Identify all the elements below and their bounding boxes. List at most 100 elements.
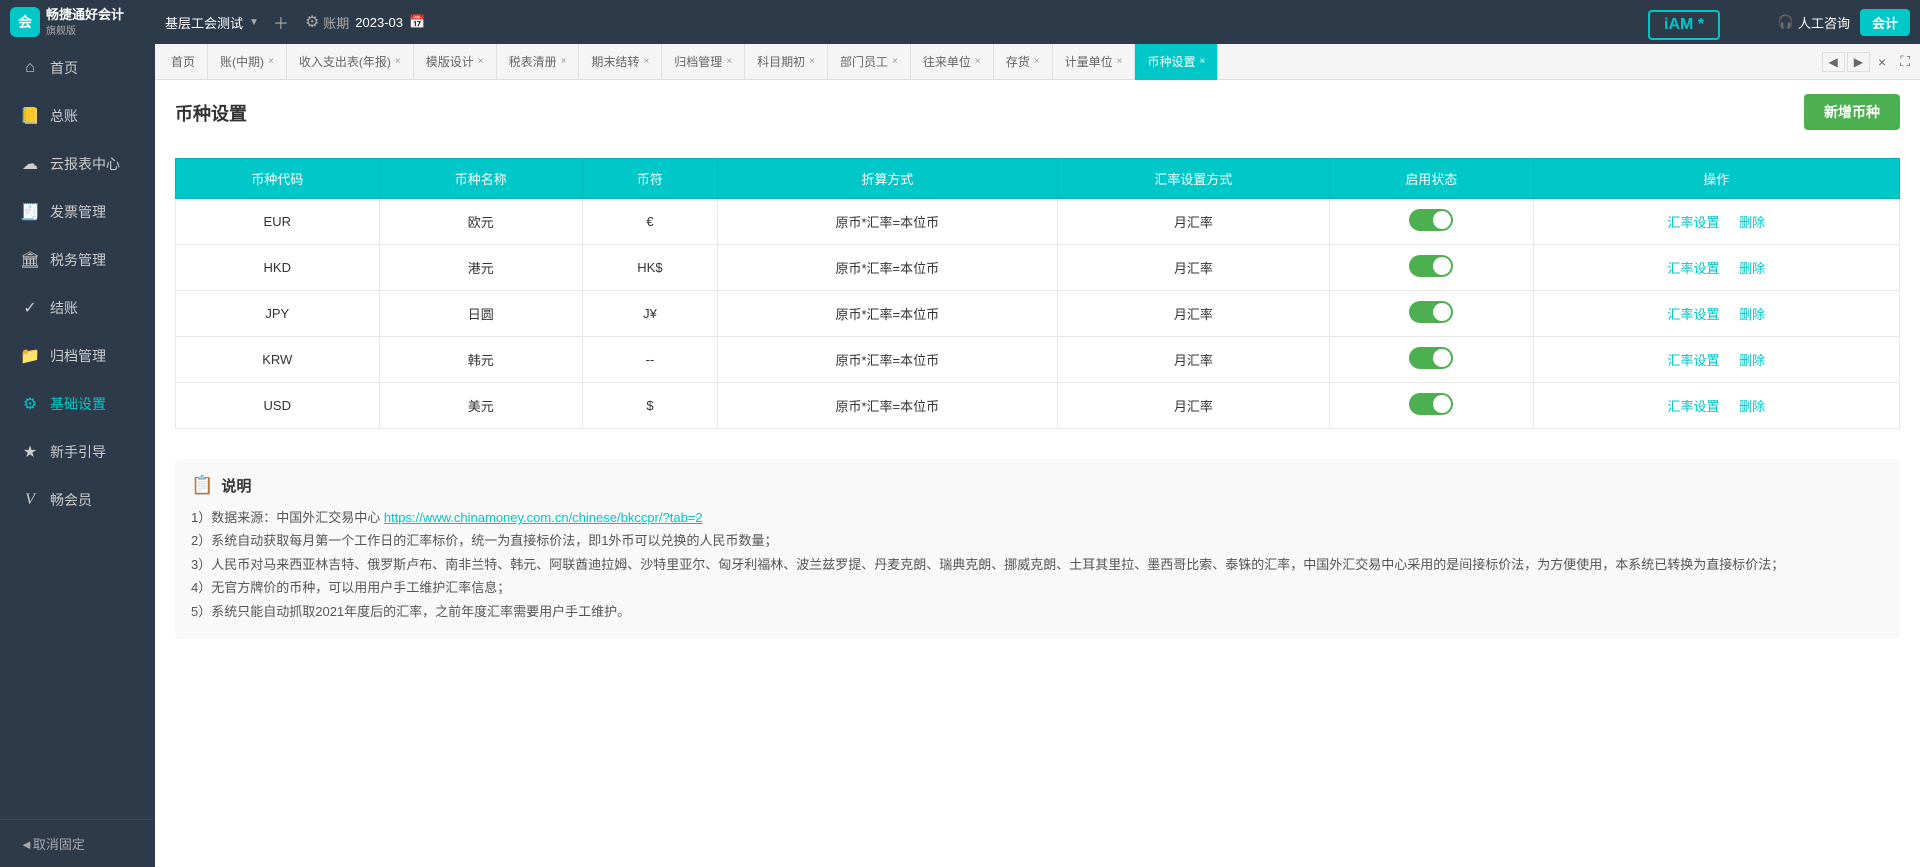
cell-actions[interactable]: 汇率设置 删除 bbox=[1533, 291, 1899, 337]
sidebar-label-home: 首页 bbox=[50, 58, 78, 78]
cell-conversion: 原币*汇率=本位币 bbox=[717, 291, 1057, 337]
cell-actions[interactable]: 汇率设置 删除 bbox=[1533, 199, 1899, 245]
cell-actions[interactable]: 汇率设置 删除 bbox=[1533, 383, 1899, 429]
tab-template[interactable]: 模版设计 × bbox=[414, 44, 497, 80]
sidebar-unpin[interactable]: ◄取消固定 bbox=[0, 819, 155, 867]
logo-text-area: 畅捷通好会计 旗舰版 bbox=[46, 7, 124, 38]
ledger-icon: 📒 bbox=[20, 106, 40, 126]
rate-settings-link[interactable]: 汇率设置 bbox=[1667, 353, 1719, 368]
tab-close-all-btn[interactable]: × bbox=[1872, 52, 1892, 72]
toggle-switch[interactable] bbox=[1409, 301, 1453, 323]
sidebar-item-member[interactable]: V 畅会员 bbox=[0, 476, 155, 524]
tab-currency[interactable]: 币种设置 × bbox=[1135, 44, 1218, 80]
logo-sub: 旗舰版 bbox=[46, 22, 124, 37]
cell-status[interactable] bbox=[1330, 337, 1534, 383]
toggle-track bbox=[1409, 347, 1453, 369]
tab-subject-init[interactable]: 科目期初 × bbox=[745, 44, 828, 80]
tab-contacts-close[interactable]: × bbox=[975, 56, 981, 67]
cell-name: 日圆 bbox=[379, 291, 583, 337]
tab-prev-btn[interactable]: ◀ bbox=[1822, 52, 1845, 72]
sidebar-item-archive[interactable]: 📁 归档管理 bbox=[0, 332, 155, 380]
toggle-switch[interactable] bbox=[1409, 209, 1453, 231]
tab-unit[interactable]: 计量单位 × bbox=[1053, 44, 1136, 80]
delete-link[interactable]: 删除 bbox=[1739, 261, 1765, 276]
tab-bar: 首页 账(中期) × 收入支出表(年报) × 模版设计 × 税表清册 × bbox=[155, 44, 1920, 80]
tab-unit-close[interactable]: × bbox=[1117, 56, 1123, 67]
settings-icon[interactable]: ⚙ bbox=[301, 8, 323, 36]
cell-symbol: J¥ bbox=[583, 291, 718, 337]
period-info: 账期 2023-03 📅 bbox=[323, 13, 425, 32]
account-btn[interactable]: 会计 bbox=[1860, 9, 1910, 36]
rate-settings-link[interactable]: 汇率设置 bbox=[1667, 399, 1719, 414]
rate-settings-link[interactable]: 汇率设置 bbox=[1667, 307, 1719, 322]
tab-inventory-close[interactable]: × bbox=[1034, 56, 1040, 67]
notes-section: 📋 说明 1）数据来源：中国外汇交易中心 https://www.chinamo… bbox=[175, 459, 1900, 639]
tax-icon: 🏛 bbox=[20, 250, 40, 270]
cell-name: 美元 bbox=[379, 383, 583, 429]
delete-link[interactable]: 删除 bbox=[1739, 215, 1765, 230]
cell-actions[interactable]: 汇率设置 删除 bbox=[1533, 245, 1899, 291]
delete-link[interactable]: 删除 bbox=[1739, 307, 1765, 322]
iam-badge[interactable]: iAM * bbox=[1648, 10, 1720, 40]
sidebar-item-guide[interactable]: ★ 新手引导 bbox=[0, 428, 155, 476]
tab-mid[interactable]: 账(中期) × bbox=[208, 44, 287, 80]
cell-status[interactable] bbox=[1330, 199, 1534, 245]
tab-period-end[interactable]: 期末结转 × bbox=[579, 44, 662, 80]
tab-annual-close[interactable]: × bbox=[395, 56, 401, 67]
toggle-switch[interactable] bbox=[1409, 255, 1453, 277]
headset-icon: 🎧 bbox=[1778, 14, 1794, 30]
support-btn[interactable]: 🎧 人工咨询 bbox=[1778, 13, 1850, 32]
tab-subject-init-close[interactable]: × bbox=[809, 56, 815, 67]
sidebar-item-checkout[interactable]: ✓ 结账 bbox=[0, 284, 155, 332]
sidebar-item-reports[interactable]: ☁ 云报表中心 bbox=[0, 140, 155, 188]
cell-status[interactable] bbox=[1330, 291, 1534, 337]
new-currency-btn[interactable]: 新增币种 bbox=[1804, 94, 1900, 130]
tab-next-btn[interactable]: ▶ bbox=[1847, 52, 1870, 72]
delete-link[interactable]: 删除 bbox=[1739, 399, 1765, 414]
tab-annual[interactable]: 收入支出表(年报) × bbox=[287, 44, 414, 80]
tab-taxform-close[interactable]: × bbox=[561, 56, 567, 67]
cell-name: 韩元 bbox=[379, 337, 583, 383]
tab-period-end-close[interactable]: × bbox=[643, 56, 649, 67]
tab-home[interactable]: 首页 bbox=[159, 44, 208, 80]
tab-template-close[interactable]: × bbox=[478, 56, 484, 67]
rate-settings-link[interactable]: 汇率设置 bbox=[1667, 215, 1719, 230]
cell-actions[interactable]: 汇率设置 删除 bbox=[1533, 337, 1899, 383]
toggle-switch[interactable] bbox=[1409, 393, 1453, 415]
settings-sidebar-icon: ⚙ bbox=[20, 394, 40, 414]
tab-dept[interactable]: 部门员工 × bbox=[828, 44, 911, 80]
tab-mid-label: 账(中期) bbox=[220, 53, 264, 70]
cell-status[interactable] bbox=[1330, 245, 1534, 291]
delete-link[interactable]: 删除 bbox=[1739, 353, 1765, 368]
tab-contacts[interactable]: 往来单位 × bbox=[911, 44, 994, 80]
tab-expand-btn[interactable]: ⛶ bbox=[1894, 52, 1916, 72]
sidebar-item-tax[interactable]: 🏛 税务管理 bbox=[0, 236, 155, 284]
notes-link[interactable]: https://www.chinamoney.com.cn/chinese/bk… bbox=[384, 510, 703, 525]
cell-rate-type: 月汇率 bbox=[1057, 199, 1329, 245]
tab-taxform[interactable]: 税表清册 × bbox=[497, 44, 580, 80]
tab-unit-label: 计量单位 bbox=[1065, 53, 1113, 70]
tab-currency-close[interactable]: × bbox=[1199, 56, 1205, 67]
period-label: 账期 bbox=[323, 13, 349, 32]
tab-archive-mgmt[interactable]: 归档管理 × bbox=[662, 44, 745, 80]
rate-settings-link[interactable]: 汇率设置 bbox=[1667, 261, 1719, 276]
cell-rate-type: 月汇率 bbox=[1057, 337, 1329, 383]
workspace-selector[interactable]: 基层工会测试 ▼ bbox=[165, 13, 259, 32]
cell-name: 港元 bbox=[379, 245, 583, 291]
tab-home-label: 首页 bbox=[171, 53, 195, 70]
cell-code: EUR bbox=[176, 199, 380, 245]
cell-status[interactable] bbox=[1330, 383, 1534, 429]
toggle-switch[interactable] bbox=[1409, 347, 1453, 369]
content-area: 首页 账(中期) × 收入支出表(年报) × 模版设计 × 税表清册 × bbox=[155, 44, 1920, 867]
calendar-icon[interactable]: 📅 bbox=[409, 14, 425, 30]
tab-inventory[interactable]: 存货 × bbox=[994, 44, 1053, 80]
add-workspace-btn[interactable]: ＋ bbox=[269, 6, 293, 38]
top-right: 🎧 人工咨询 会计 bbox=[1778, 9, 1910, 36]
sidebar-item-invoice[interactable]: 🧾 发票管理 bbox=[0, 188, 155, 236]
tab-mid-close[interactable]: × bbox=[268, 56, 274, 67]
sidebar-item-home[interactable]: ⌂ 首页 bbox=[0, 44, 155, 92]
sidebar-item-ledger[interactable]: 📒 总账 bbox=[0, 92, 155, 140]
sidebar-item-settings[interactable]: ⚙ 基础设置 bbox=[0, 380, 155, 428]
tab-dept-close[interactable]: × bbox=[892, 56, 898, 67]
tab-archive-mgmt-close[interactable]: × bbox=[726, 56, 732, 67]
